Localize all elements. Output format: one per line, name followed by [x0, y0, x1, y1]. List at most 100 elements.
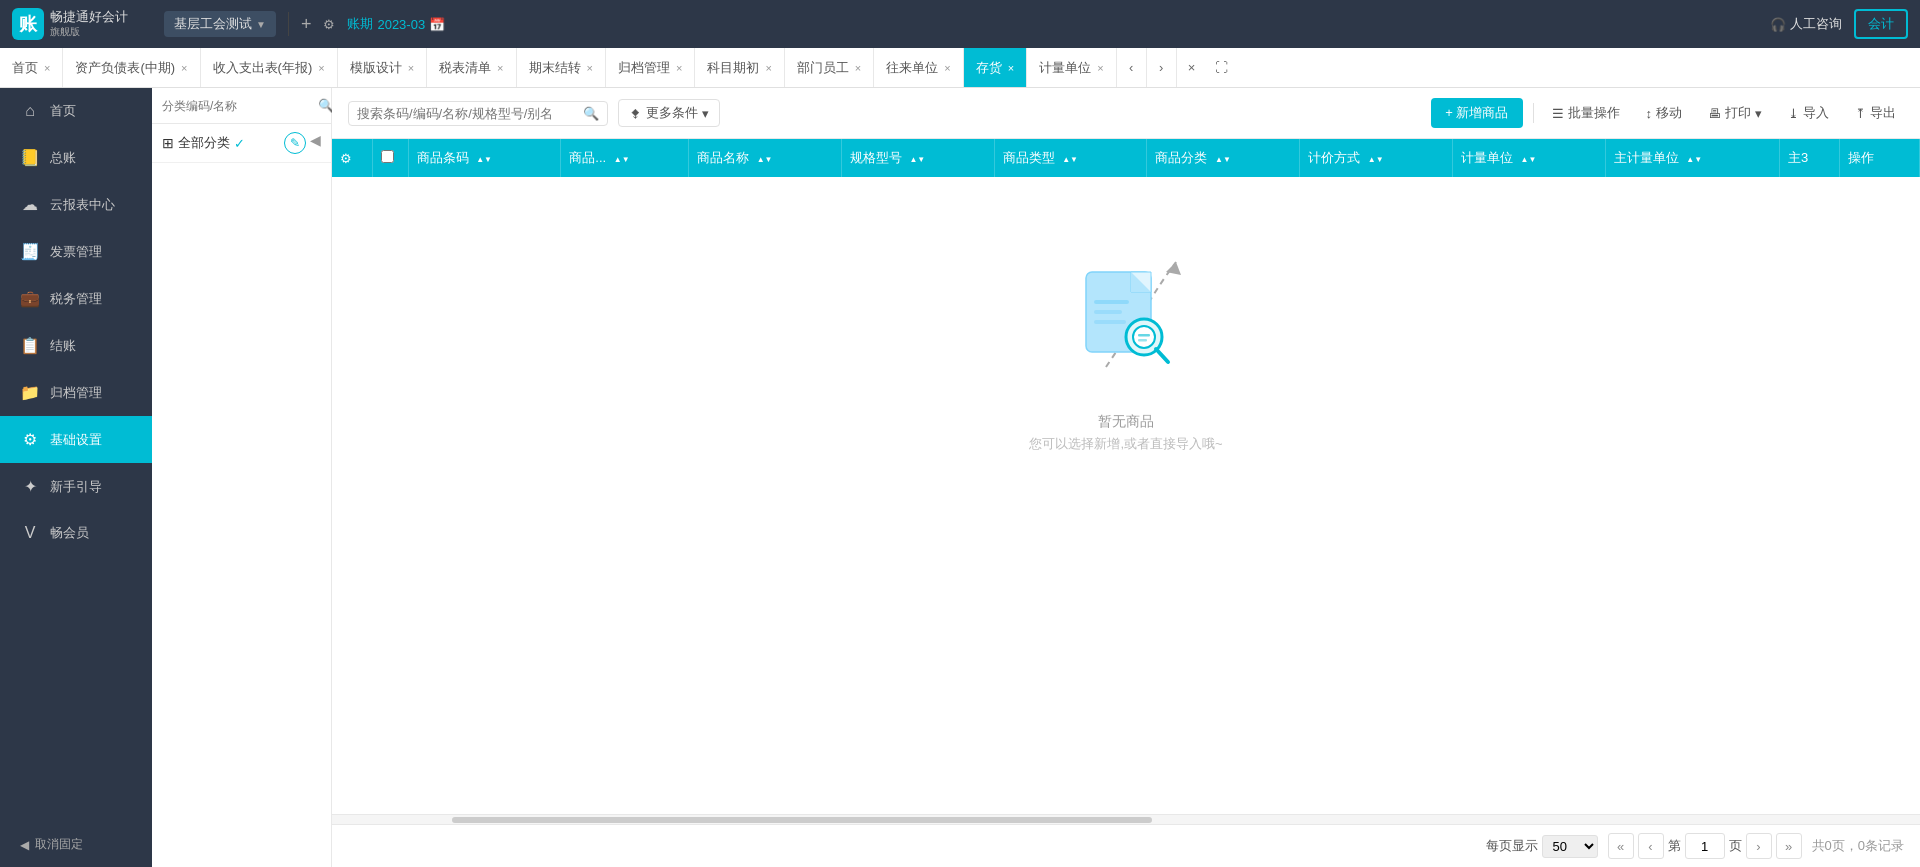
sidebar-item-archive[interactable]: 📁 归档管理	[0, 369, 152, 416]
page-first-btn[interactable]: «	[1608, 833, 1634, 859]
add-product-btn[interactable]: + 新增商品	[1431, 98, 1522, 128]
sort-spec-icon[interactable]: ▲▼	[909, 156, 925, 164]
sidebar-item-home-label: 首页	[50, 102, 76, 120]
tab-tax[interactable]: 税表清单 ×	[427, 48, 516, 88]
tab-template-close[interactable]: ×	[408, 62, 414, 74]
tab-archive[interactable]: 归档管理 ×	[606, 48, 695, 88]
tab-close-all[interactable]: ×	[1177, 48, 1207, 88]
unpin-btn[interactable]: ◀ 取消固定	[0, 822, 152, 867]
table-scroll-thumb[interactable]	[452, 817, 1152, 823]
logo-icon: 账	[12, 8, 44, 40]
tab-income[interactable]: 收入支出表(年报) ×	[201, 48, 338, 88]
toolbar: 🔍 ⧪ 更多条件 ▾ + 新增商品 ☰ 批量操作 ↕	[332, 88, 1920, 139]
account-button[interactable]: 会计	[1854, 9, 1908, 39]
period-label: 账期	[347, 15, 373, 33]
page-size-dropdown[interactable]: 10 20 50 100	[1542, 835, 1598, 858]
col-code: 商品... ▲▼	[561, 139, 689, 177]
tab-inventory[interactable]: 存货 ×	[964, 48, 1027, 88]
filter-btn[interactable]: ⧪ 更多条件 ▾	[618, 99, 720, 127]
add-tab-icon[interactable]: +	[301, 14, 312, 35]
sort-type-icon[interactable]: ▲▼	[1062, 156, 1078, 164]
col-price-method-label: 计价方式	[1308, 150, 1360, 165]
tab-subject-close[interactable]: ×	[765, 62, 771, 74]
unpin-icon: ◀	[20, 838, 29, 852]
calendar-icon[interactable]: 📅	[429, 17, 445, 32]
tab-balance[interactable]: 资产负债表(中期) ×	[63, 48, 200, 88]
sort-barcode-icon[interactable]: ▲▼	[476, 156, 492, 164]
tab-inventory-close[interactable]: ×	[1008, 62, 1014, 74]
sort-category-icon[interactable]: ▲▼	[1215, 156, 1231, 164]
tab-template[interactable]: 模版设计 ×	[338, 48, 427, 88]
col-unit: 计量单位 ▲▼	[1452, 139, 1605, 177]
tab-nav-prev[interactable]: ‹	[1117, 48, 1147, 88]
search-icon[interactable]: 🔍	[583, 106, 599, 121]
print-btn[interactable]: 🖶 打印 ▾	[1700, 100, 1770, 126]
sort-name-icon[interactable]: ▲▼	[757, 156, 773, 164]
sidebar-item-member[interactable]: V 畅会员	[0, 510, 152, 556]
empty-doc-svg	[1076, 262, 1176, 372]
sidebar-item-ledger-label: 总账	[50, 149, 76, 167]
sidebar-item-cloud-reports[interactable]: ☁ 云报表中心	[0, 181, 152, 228]
page-last-btn[interactable]: »	[1776, 833, 1802, 859]
tab-subject[interactable]: 科目期初 ×	[695, 48, 784, 88]
move-btn[interactable]: ↕ 移动	[1638, 100, 1691, 126]
sidebar-item-settlement[interactable]: 📋 结账	[0, 322, 152, 369]
tab-period-end-close[interactable]: ×	[587, 62, 593, 74]
sidebar-item-basic[interactable]: ⚙ 基础设置	[0, 416, 152, 463]
tab-balance-close[interactable]: ×	[181, 62, 187, 74]
tab-partner[interactable]: 往来单位 ×	[874, 48, 963, 88]
col-barcode: 商品条码 ▲▼	[408, 139, 561, 177]
page-next-btn[interactable]: ›	[1746, 833, 1772, 859]
tab-home-close[interactable]: ×	[44, 62, 50, 74]
col-checkbox[interactable]	[372, 139, 408, 177]
settings-icon[interactable]: ⚙	[323, 17, 335, 32]
tab-nav-next[interactable]: ›	[1147, 48, 1177, 88]
page-prev-btn[interactable]: ‹	[1638, 833, 1664, 859]
tab-dept-close[interactable]: ×	[855, 62, 861, 74]
tab-income-close[interactable]: ×	[318, 62, 324, 74]
select-all-checkbox[interactable]	[381, 150, 394, 163]
col-category-label: 商品分类	[1155, 150, 1207, 165]
logo-area: 账 畅捷通好会计 旗舰版	[12, 8, 152, 40]
tab-home[interactable]: 首页 ×	[0, 48, 63, 88]
sort-unit-icon[interactable]: ▲▼	[1521, 156, 1537, 164]
page-number-input[interactable]	[1685, 833, 1725, 859]
tab-period-end[interactable]: 期末结转 ×	[517, 48, 606, 88]
category-all-btn[interactable]: ⊞ 全部分类 ✓	[162, 134, 245, 152]
tab-unit[interactable]: 计量单位 ×	[1027, 48, 1116, 88]
import-btn[interactable]: ⤓ 导入	[1780, 100, 1837, 126]
category-search-input[interactable]	[162, 99, 312, 113]
col-settings[interactable]: ⚙	[332, 139, 372, 177]
sidebar-item-invoice[interactable]: 🧾 发票管理	[0, 228, 152, 275]
tab-archive-close[interactable]: ×	[676, 62, 682, 74]
sidebar-item-ledger[interactable]: 📒 总账	[0, 134, 152, 181]
tab-partner-close[interactable]: ×	[944, 62, 950, 74]
category-edit-btn[interactable]: ✎	[284, 132, 306, 154]
company-tab[interactable]: 基层工会测试 ▼	[164, 11, 276, 37]
table-scrollbar[interactable]	[332, 814, 1920, 824]
batch-action-btn[interactable]: ☰ 批量操作	[1544, 100, 1628, 126]
category-search: 🔍	[152, 88, 331, 124]
tab-archive-label: 归档管理	[618, 59, 670, 77]
tab-expand[interactable]: ⛶	[1207, 48, 1237, 88]
category-all-label: 全部分类	[178, 134, 230, 152]
tab-tax-close[interactable]: ×	[497, 62, 503, 74]
search-input[interactable]	[357, 106, 577, 121]
category-actions: ✎ ◀	[284, 132, 321, 154]
sidebar-item-tax[interactable]: 💼 税务管理	[0, 275, 152, 322]
member-icon: V	[20, 524, 40, 542]
sidebar-item-settlement-label: 结账	[50, 337, 76, 355]
ai-consult-btn[interactable]: 🎧 人工咨询	[1770, 15, 1842, 33]
svg-rect-5	[1094, 310, 1122, 314]
sidebar-item-guide[interactable]: ✦ 新手引导	[0, 463, 152, 510]
tab-dept[interactable]: 部门员工 ×	[785, 48, 874, 88]
sidebar-item-home[interactable]: ⌂ 首页	[0, 88, 152, 134]
tab-unit-close[interactable]: ×	[1097, 62, 1103, 74]
sort-price-method-icon[interactable]: ▲▼	[1368, 156, 1384, 164]
sort-main-unit-icon[interactable]: ▲▼	[1686, 156, 1702, 164]
headphone-icon: 🎧	[1770, 17, 1786, 32]
empty-subtitle: 您可以选择新增,或者直接导入哦~	[1029, 435, 1222, 453]
sort-code-icon[interactable]: ▲▼	[614, 156, 630, 164]
export-btn[interactable]: ⤒ 导出	[1847, 100, 1904, 126]
category-collapse-btn[interactable]: ◀	[310, 132, 321, 154]
